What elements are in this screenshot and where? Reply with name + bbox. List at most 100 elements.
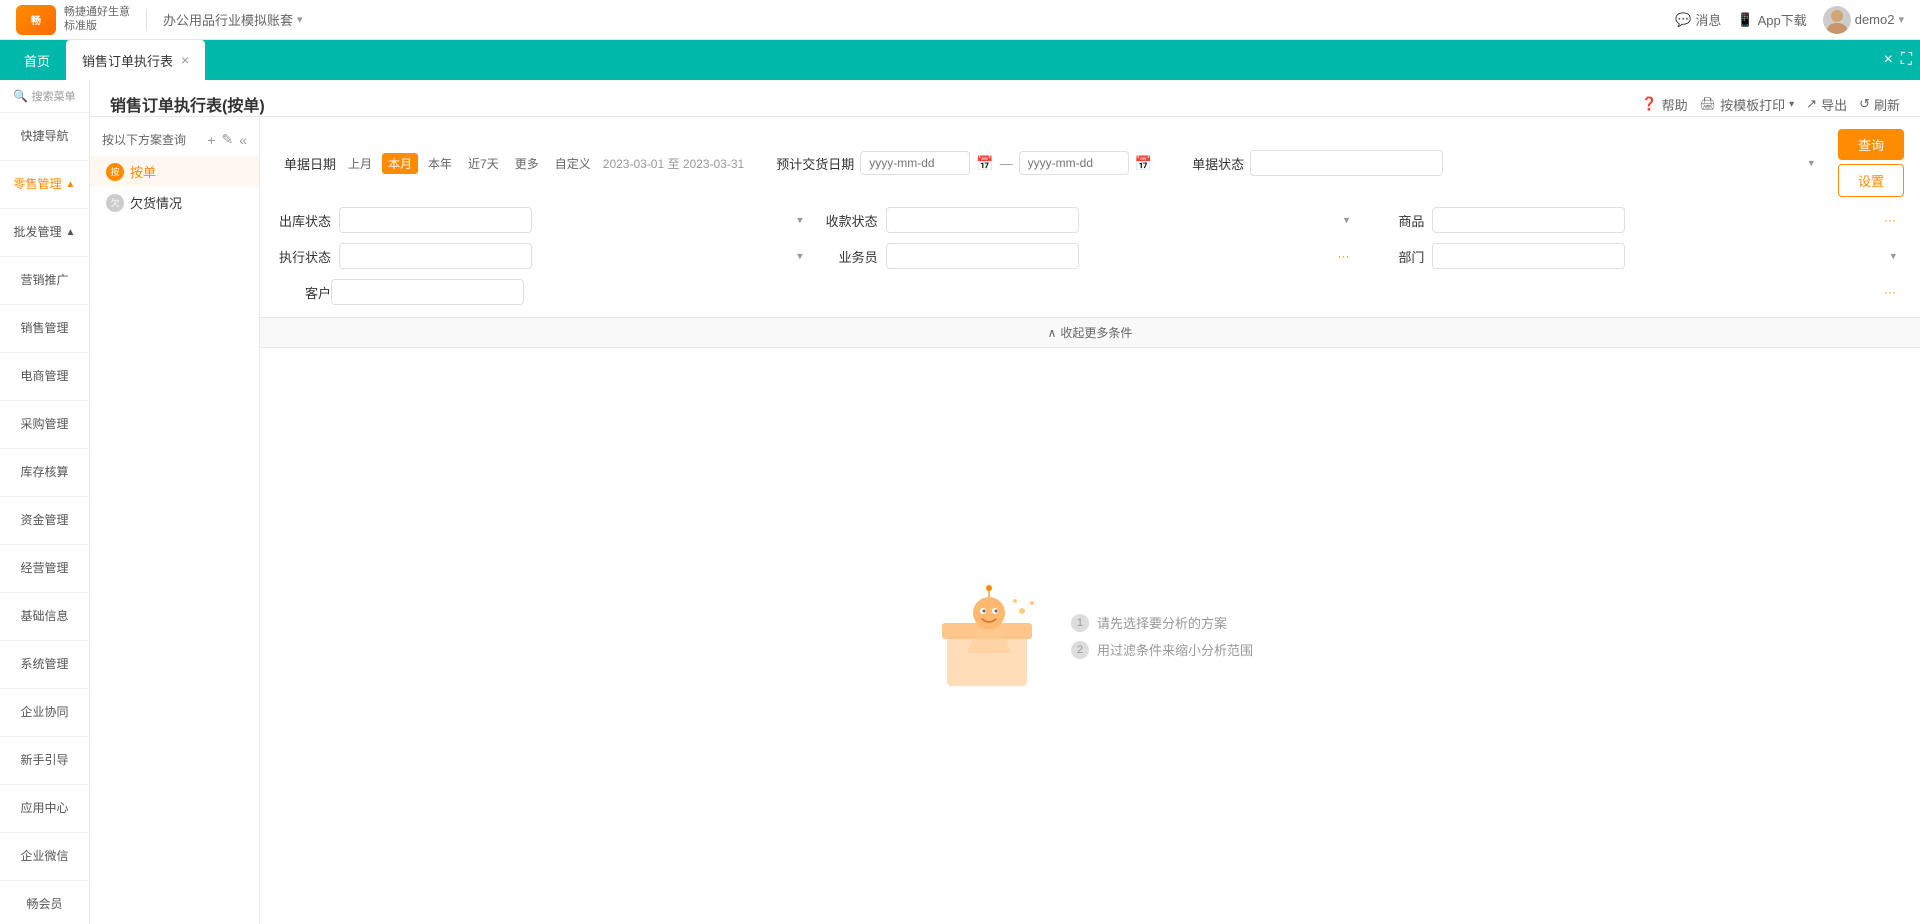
dept-input[interactable] (1432, 243, 1625, 269)
refresh-icon: ↺ (1859, 96, 1870, 112)
calendar-start-icon[interactable]: 📅 (976, 155, 993, 172)
dropdown-icon: ▾ (1789, 99, 1794, 110)
sidebar-item-purchase[interactable]: 采购管理 (0, 401, 89, 449)
filter-out-stock: 出库状态 ▾ (276, 207, 811, 233)
sidebar-item-sales[interactable]: 销售管理 (0, 305, 89, 353)
add-scheme-button[interactable]: + (207, 132, 215, 148)
filter-status-group: 单据状态 ▾ (1184, 150, 1822, 176)
window-expand-button[interactable]: ⛶ (1901, 51, 1912, 69)
status-input[interactable] (1250, 150, 1443, 176)
tab-sales-execution[interactable]: 销售订单执行表 × (66, 40, 205, 80)
exec-input[interactable] (339, 243, 532, 269)
filter-row-1: 单据日期 上月 本月 本年 近7天 更多 自定义 2023-03-01 至 20… (276, 129, 1904, 197)
left-panel-header: 按以下方案查询 + ✎ « (90, 127, 259, 156)
filter-expected-delivery: 预计交货日期 📅 — 📅 (776, 151, 1152, 175)
date-label: 单据日期 (276, 154, 336, 173)
edit-scheme-button[interactable]: ✎ (221, 131, 233, 148)
settings-button[interactable]: 设置 (1838, 164, 1904, 197)
empty-illustration (927, 581, 1047, 691)
sidebar-search[interactable]: 🔍 搜索菜单 (0, 80, 89, 113)
export-button[interactable]: ↗ 导出 (1806, 95, 1847, 114)
filter-exec: 执行状态 ▾ (276, 243, 811, 269)
empty-svg (927, 581, 1047, 691)
right-content: 单据日期 上月 本月 本年 近7天 更多 自定义 2023-03-01 至 20… (260, 117, 1920, 924)
status-select-wrapper: ▾ (1250, 150, 1822, 176)
salesperson-wrapper: ··· (886, 243, 1358, 269)
chevron-icon: ▲ (66, 178, 76, 192)
tab-bar: 首页 销售订单执行表 × × ⛶ (0, 40, 1920, 80)
sidebar-item-member[interactable]: 畅会员 (0, 881, 89, 924)
sidebar-item-marketing[interactable]: 营销推广 (0, 257, 89, 305)
calendar-end-icon[interactable]: 📅 (1135, 155, 1152, 172)
content-area: 销售订单执行表(按单) ❓ 帮助 🖨 按模板打印 ▾ ↗ 导出 ↺ 刷新 (90, 80, 1920, 924)
filter-row-4: 客户 ··· (276, 279, 1904, 305)
out-stock-input[interactable] (339, 207, 532, 233)
tab-bar-actions: × ⛶ (1883, 51, 1912, 69)
sidebar-item-operation[interactable]: 经营管理 (0, 545, 89, 593)
date-tab-this-year[interactable]: 本年 (422, 153, 458, 174)
date-tab-this-month[interactable]: 本月 (382, 153, 418, 174)
sidebar-item-ecommerce[interactable]: 电商管理 (0, 353, 89, 401)
tab-home[interactable]: 首页 (8, 40, 66, 80)
date-tab-7days[interactable]: 近7天 (462, 153, 505, 174)
sidebar-item-retail[interactable]: 零售管理 ▲ (0, 161, 89, 209)
refresh-button[interactable]: ↺ 刷新 (1859, 95, 1900, 114)
query-button[interactable]: 查询 (1838, 129, 1904, 160)
sidebar-item-basic[interactable]: 基础信息 (0, 593, 89, 641)
exec-label: 执行状态 (276, 247, 331, 266)
sidebar-item-enterprise[interactable]: 企业协同 (0, 689, 89, 737)
tab-close-icon[interactable]: × (181, 52, 189, 68)
user-dropdown-icon: ▾ (1898, 13, 1904, 26)
sidebar-item-system[interactable]: 系统管理 (0, 641, 89, 689)
window-close-button[interactable]: × (1883, 51, 1892, 69)
app-download-button[interactable]: 📱 App下载 (1737, 10, 1806, 29)
date-tab-custom[interactable]: 自定义 (549, 153, 597, 174)
empty-num-2: 2 (1071, 641, 1089, 659)
collection-wrapper: ▾ (886, 207, 1358, 233)
message-button[interactable]: 💬 消息 (1675, 10, 1721, 29)
empty-texts: 1 请先选择要分析的方案 2 用过滤条件来缩小分析范围 (1071, 613, 1253, 659)
top-navigation: 畅 畅捷通好生意 标准版 办公用品行业模拟账套 ▾ 💬 消息 📱 App下载 d… (0, 0, 1920, 40)
filter-dept: 部门 ▾ (1369, 243, 1904, 269)
collection-input[interactable] (886, 207, 1079, 233)
sidebar-item-quicknav[interactable]: 快捷导航 (0, 113, 89, 161)
filter-row-3: 执行状态 ▾ 业务员 ··· (276, 243, 1904, 269)
sidebar: 🔍 搜索菜单 快捷导航 零售管理 ▲ 批发管理 ▲ 营销推广 销售管理 电商管理… (0, 80, 90, 924)
breadcrumb[interactable]: 办公用品行业模拟账套 ▾ (163, 10, 303, 29)
top-nav-left: 畅 畅捷通好生意 标准版 办公用品行业模拟账套 ▾ (16, 5, 303, 35)
expected-delivery-start[interactable] (860, 151, 970, 175)
sidebar-item-newbie[interactable]: 新手引导 (0, 737, 89, 785)
sidebar-item-stock[interactable]: 库存核算 (0, 449, 89, 497)
scheme-item-by-order[interactable]: 按 按单 (90, 156, 259, 187)
collapse-panel-button[interactable]: « (239, 132, 247, 148)
expected-delivery-end[interactable] (1019, 151, 1129, 175)
user-menu[interactable]: demo2 ▾ (1823, 6, 1904, 34)
left-panel: 按以下方案查询 + ✎ « 按 按单 欠 (90, 117, 260, 924)
query-btn-group: 查询 设置 (1838, 129, 1904, 197)
salesperson-label: 业务员 (823, 247, 878, 266)
customer-input[interactable] (331, 279, 524, 305)
sidebar-item-corpwechat[interactable]: 企业微信 (0, 833, 89, 881)
help-button[interactable]: ❓ 帮助 (1641, 95, 1687, 114)
filter-salesperson: 业务员 ··· (823, 243, 1358, 269)
customer-label: 客户 (276, 283, 331, 302)
scheme-item-shortage[interactable]: 欠 欠货情况 (90, 187, 259, 218)
main-layout: 🔍 搜索菜单 快捷导航 零售管理 ▲ 批发管理 ▲ 营销推广 销售管理 电商管理… (0, 80, 1920, 924)
download-icon: 📱 (1737, 12, 1753, 28)
template-print-button[interactable]: 🖨 按模板打印 ▾ (1700, 95, 1795, 114)
out-stock-wrapper: ▾ (339, 207, 811, 233)
scheme-icon-shortage: 欠 (106, 194, 124, 212)
left-panel-header-actions: + ✎ « (207, 131, 247, 148)
salesperson-input[interactable] (886, 243, 1079, 269)
sidebar-item-appstore[interactable]: 应用中心 (0, 785, 89, 833)
date-tab-last-month[interactable]: 上月 (342, 153, 378, 174)
filter-product: 商品 ··· (1369, 207, 1904, 233)
sidebar-item-wholesale[interactable]: 批发管理 ▲ (0, 209, 89, 257)
product-input[interactable] (1432, 207, 1625, 233)
date-tab-more[interactable]: 更多 (509, 153, 545, 174)
customer-dots-icon: ··· (1884, 285, 1896, 299)
sidebar-item-finance[interactable]: 资金管理 (0, 497, 89, 545)
scheme-icon-active: 按 (106, 163, 124, 181)
export-icon: ↗ (1806, 96, 1817, 112)
collapse-bar[interactable]: ∧ 收起更多条件 (260, 318, 1920, 348)
